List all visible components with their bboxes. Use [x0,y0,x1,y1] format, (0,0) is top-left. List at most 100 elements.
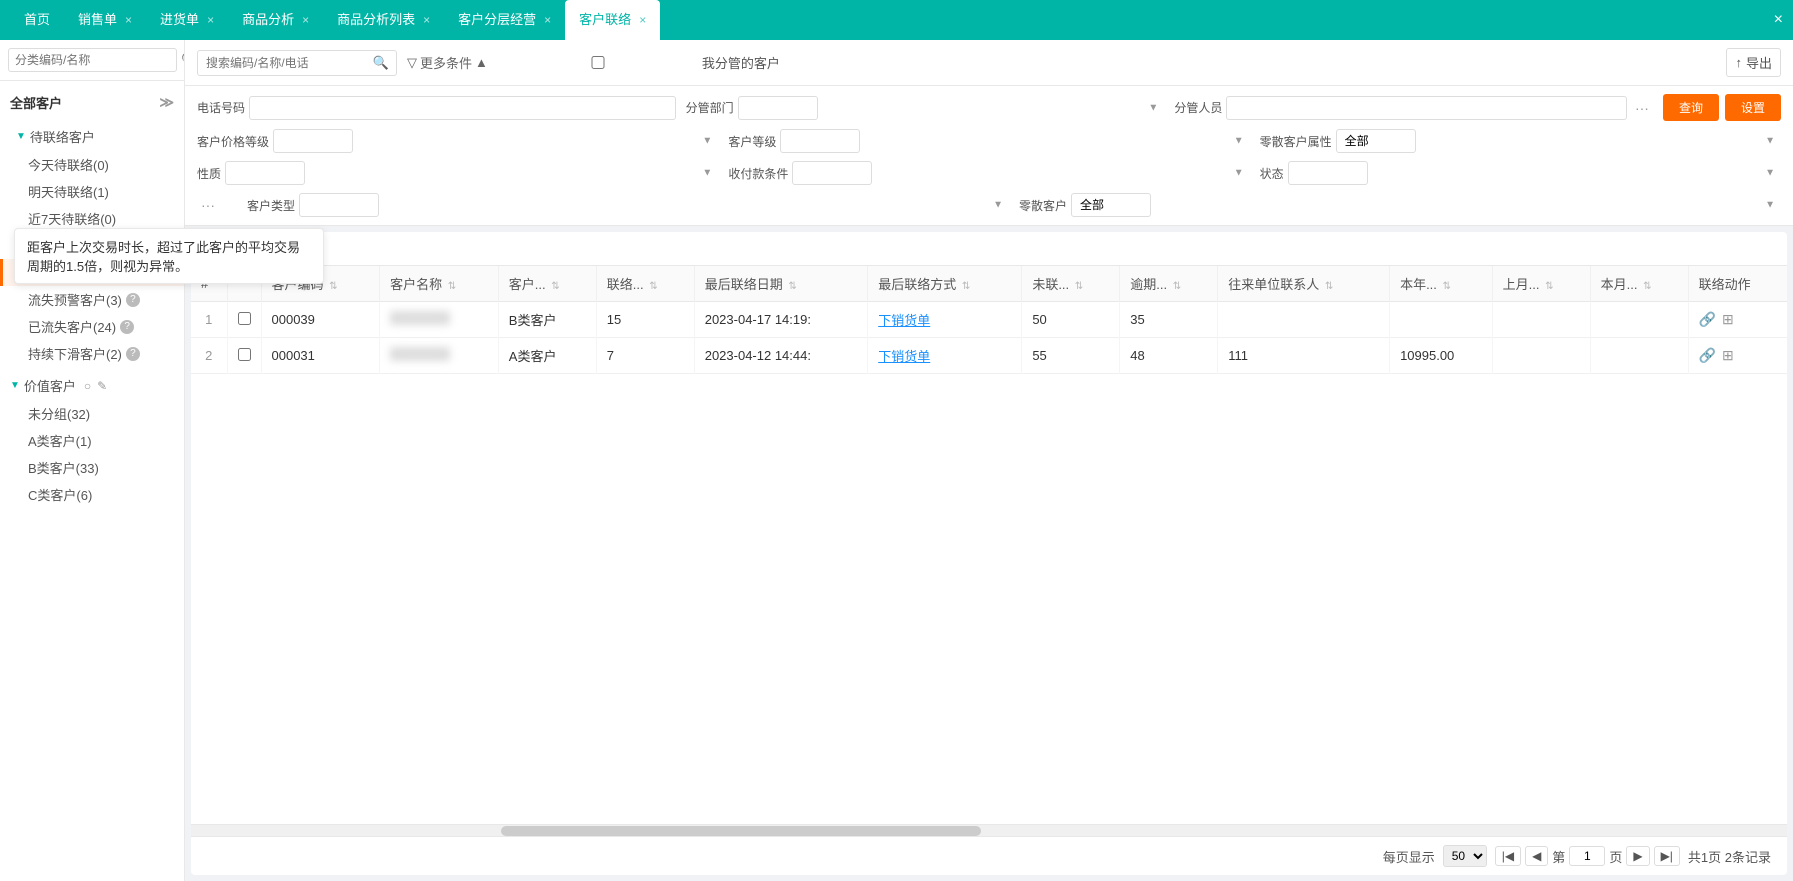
status-select[interactable] [1288,161,1368,185]
branch-person-more-icon[interactable]: ··· [1631,100,1653,116]
nav-product-list-close[interactable]: × [423,0,430,40]
retail-attr-select[interactable]: 全部 [1336,129,1416,153]
row-1-num: 1 [191,302,227,338]
col-overdue-sort[interactable]: ⇅ [1173,281,1181,292]
filter-more-icon[interactable]: ··· [197,197,219,213]
sidebar-item-unclassified[interactable]: 未分组(32) [0,400,184,427]
page-nav: |◀ ◀ 第 页 ▶ ▶| [1495,846,1680,866]
row-1-checkbox[interactable] [238,312,251,325]
more-conditions-button[interactable]: ▽ 更多条件 ▲ [407,53,488,72]
row-2-last-month [1492,338,1590,374]
nav-item-purchase[interactable]: 进货单 × [146,0,228,40]
lost-risk-help-icon[interactable]: ? [126,293,140,307]
nav-product-analysis-close[interactable]: × [302,0,309,40]
price-level-select[interactable] [273,129,353,153]
row-1-last-method-link[interactable]: 下销货单 [878,313,930,328]
nav-purchase-close[interactable]: × [207,0,214,40]
filter-payment: 收付款条件 ▼ [728,161,1249,185]
sidebar-collapse-button[interactable]: ≫ [159,94,174,111]
nav-sales-close[interactable]: × [125,0,132,40]
query-button[interactable]: 查询 [1663,94,1719,121]
sidebar-item-today[interactable]: 今天待联络(0) [0,151,184,178]
col-name-sort[interactable]: ⇅ [448,281,456,292]
sidebar-item-classC[interactable]: C类客户(6) [0,481,184,508]
nav-item-product-analysis[interactable]: 商品分析 × [228,0,323,40]
prev-page-button[interactable]: ◀ [1525,846,1548,866]
page-input[interactable] [1569,846,1605,866]
nav-customer-layered-close[interactable]: × [544,0,551,40]
customer-level-select[interactable] [780,129,860,153]
col-last-date: 最后联络日期 ⇅ [694,266,868,302]
last-page-button[interactable]: ▶| [1654,846,1680,866]
sidebar-item-already-lost[interactable]: 已流失客户(24) ? [0,313,184,340]
col-uncontacted-sort[interactable]: ⇅ [1075,281,1083,292]
sidebar-item-lost-risk[interactable]: 流失预警客户(3) ? [0,286,184,313]
filter-row-3: 性质 ▼ 收付款条件 ▼ [197,161,1781,185]
col-related-contact-label: 往来单位联系人 [1228,277,1319,292]
filter-row-2: 客户价格等级 ▼ 客户等级 ▼ [197,129,1781,153]
already-lost-help-icon[interactable]: ? [120,320,134,334]
horizontal-scrollbar[interactable] [191,824,1787,836]
nav-item-home[interactable]: 首页 [10,0,64,40]
sidebar-item-classA[interactable]: A类客户(1) [0,427,184,454]
row-1-link-icon[interactable]: 🔗 [1699,311,1716,328]
col-contact-num-sort[interactable]: ⇅ [649,281,657,292]
col-last-date-sort[interactable]: ⇅ [788,281,796,292]
per-page-select[interactable]: 50 [1443,845,1487,867]
main-search-input[interactable] [197,50,397,76]
sidebar-item-classB[interactable]: B类客户(33) [0,454,184,481]
close-all-button[interactable]: × [1774,11,1783,29]
value-edit-icon[interactable]: ○ [84,379,91,393]
first-page-button[interactable]: |◀ [1495,846,1521,866]
col-code-sort[interactable]: ⇅ [329,281,337,292]
branch-dept-select[interactable] [738,96,818,120]
next-page-button[interactable]: ▶ [1626,846,1649,866]
row-1-grid-icon[interactable]: ⊞ [1722,311,1734,328]
value-settings-icon[interactable]: ✎ [97,379,107,393]
row-1-name [380,302,499,338]
col-this-year-sort[interactable]: ⇅ [1443,281,1451,292]
gender-select[interactable] [225,161,305,185]
payment-select[interactable] [792,161,872,185]
sidebar-pending-contact-title[interactable]: ▼ 待联络客户 [0,122,184,151]
settings-button[interactable]: 设置 [1725,94,1781,121]
row-1-code: 000039 [261,302,380,338]
customer-type-chevron-icon: ▼ [993,200,1003,211]
main-search-icon[interactable]: 🔍 [373,55,389,71]
table-scroll[interactable]: # 客户编码 ⇅ 客户名称 ⇅ 客户... [191,266,1787,824]
nav-item-customer-contact[interactable]: 客户联络 × [565,0,660,40]
filter-retail-attr: 零散客户属性 全部 ▼ [1260,129,1781,153]
customer-type-select[interactable] [299,193,379,217]
my-customers-checkbox[interactable] [498,56,698,69]
col-this-month-sort[interactable]: ⇅ [1643,281,1651,292]
sidebar-value-group-header[interactable]: ▼ 价值客户 ○ ✎ [0,371,184,400]
export-button[interactable]: ↑ 导出 [1726,48,1781,77]
branch-person-input[interactable] [1226,96,1627,120]
nav-item-sales[interactable]: 销售单 × [64,0,146,40]
phone-input[interactable] [249,96,676,120]
col-last-date-label: 最后联络日期 [705,277,783,292]
col-last-method-sort[interactable]: ⇅ [962,281,970,292]
scrollbar-thumb[interactable] [501,826,981,836]
sidebar-item-declining[interactable]: 持续下滑客户(2) ? [0,340,184,367]
declining-help-icon[interactable]: ? [126,347,140,361]
row-2-link-icon[interactable]: 🔗 [1699,347,1716,364]
row-2-last-method-link[interactable]: 下销货单 [878,349,930,364]
row-1-related-contact [1218,302,1390,338]
col-type-sort[interactable]: ⇅ [551,281,559,292]
row-2-grid-icon[interactable]: ⊞ [1722,347,1734,364]
row-2-name-blurred [390,347,450,361]
nav-item-product-list[interactable]: 商品分析列表 × [323,0,444,40]
nav-item-customer-layered[interactable]: 客户分层经营 × [444,0,565,40]
row-2-checkbox[interactable] [238,348,251,361]
col-last-month-sort[interactable]: ⇅ [1545,281,1553,292]
sidebar-search-input[interactable] [8,48,177,72]
sidebar-item-tomorrow[interactable]: 明天待联络(1) [0,178,184,205]
row-2-last-date: 2023-04-12 14:44: [694,338,868,374]
col-related-sort[interactable]: ⇅ [1325,281,1333,292]
nav-customer-contact-close[interactable]: × [639,0,646,40]
row-1-action: 🔗 ⊞ [1688,302,1787,338]
retail-customer-select[interactable]: 全部 [1071,193,1151,217]
table-row: 1 000039 B类客户 15 2023-04-17 14:19: 下销货单 … [191,302,1787,338]
col-overdue-label: 逾期... [1130,277,1167,292]
